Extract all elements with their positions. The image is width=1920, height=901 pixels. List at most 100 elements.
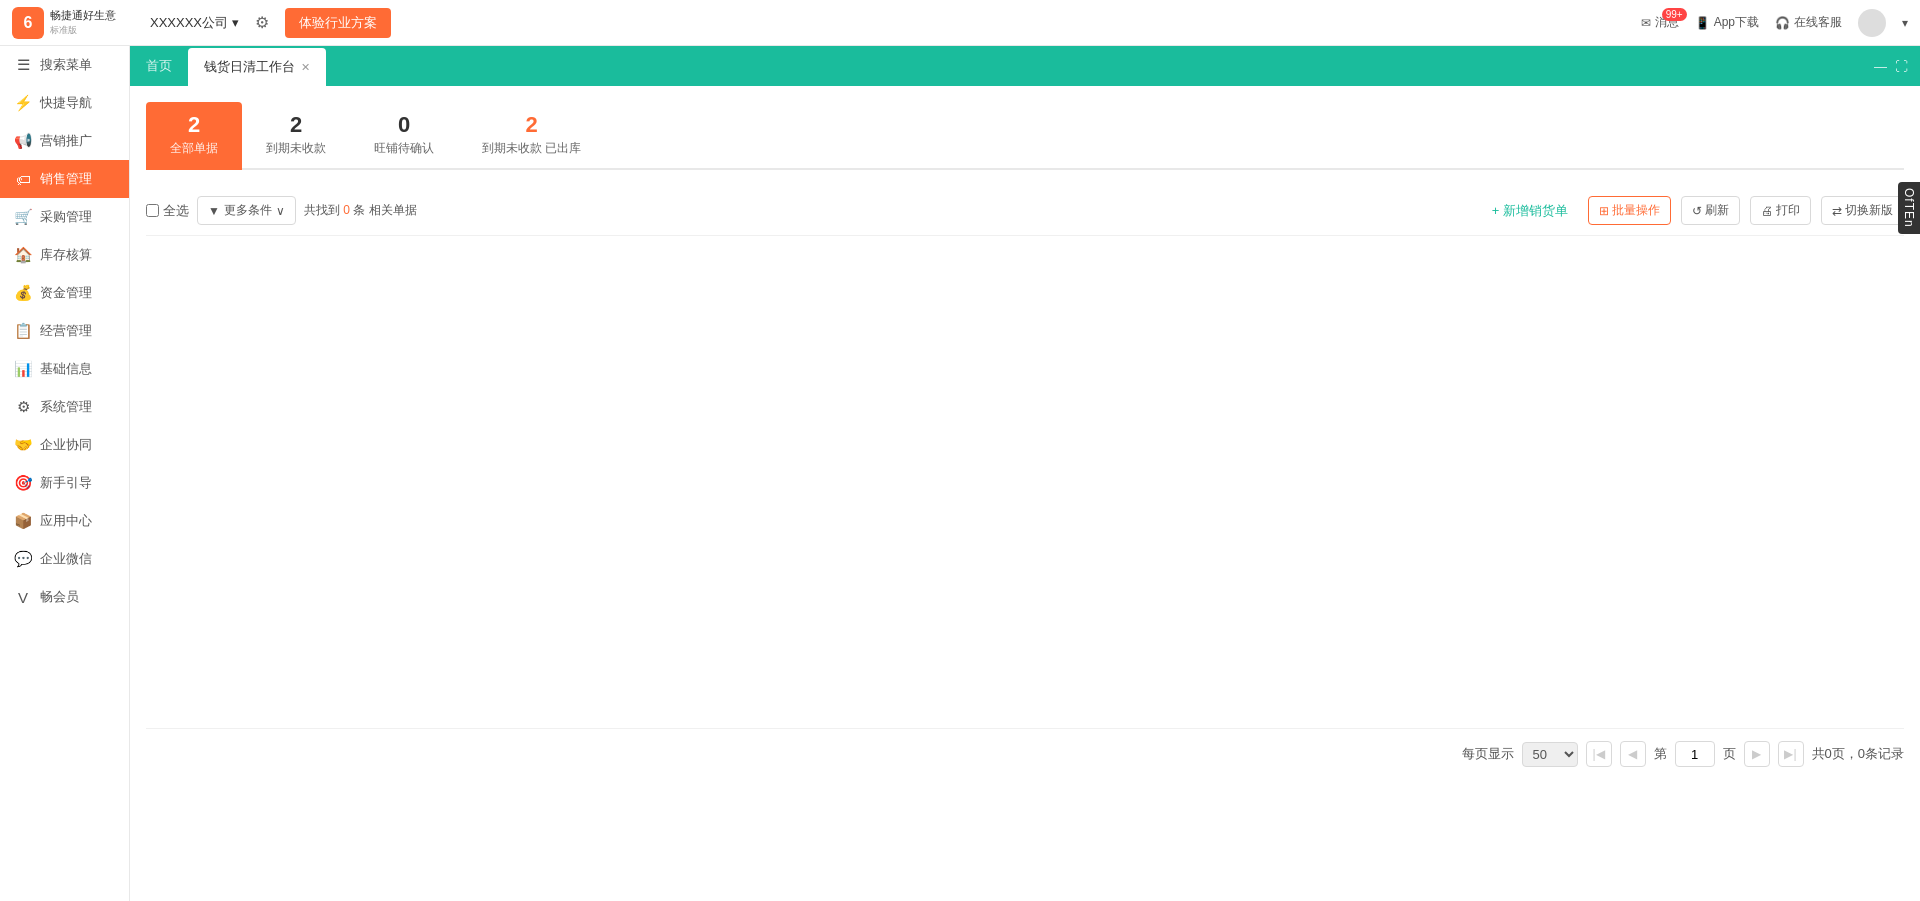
card-overdue[interactable]: 2 到期未收款 xyxy=(242,102,350,170)
sidebar-item-system[interactable]: ⚙ 系统管理 xyxy=(0,388,129,426)
app-name: 畅捷通好生意 xyxy=(50,8,116,22)
sidebar-item-inventory[interactable]: 🏠 库存核算 xyxy=(0,236,129,274)
sidebar-label-search-menu: 搜索菜单 xyxy=(40,56,92,74)
sidebar-label-purchase: 采购管理 xyxy=(40,208,92,226)
pagination: 每页显示 50 100 200 |◀ ◀ 第 页 ▶ ▶| 共0页，0条记录 xyxy=(146,728,1904,779)
card-shipped-number: 2 xyxy=(482,112,581,138)
sidebar-icon-finance: 💰 xyxy=(14,284,32,302)
message-badge: 99+ xyxy=(1662,8,1687,21)
switch-label: 切换新版 xyxy=(1845,202,1893,219)
card-shipped[interactable]: 2 到期未收款 已出库 xyxy=(458,102,605,170)
card-overdue-label: 到期未收款 xyxy=(266,140,326,157)
sidebar-item-enterprise-coop[interactable]: 🤝 企业协同 xyxy=(0,426,129,464)
sidebar-icon-marketing: 📢 xyxy=(14,132,32,150)
sidebar-item-search-menu[interactable]: ☰ 搜索菜单 xyxy=(0,46,129,84)
tab-minimize-icon[interactable]: — xyxy=(1874,59,1887,74)
sidebar-icon-enterprise-coop: 🤝 xyxy=(14,436,32,454)
app-download-label: App下载 xyxy=(1714,14,1759,31)
select-all-input[interactable] xyxy=(146,204,159,217)
phone-icon: 📱 xyxy=(1695,16,1710,30)
found-prefix: 共找到 xyxy=(304,203,340,217)
sidebar-label-sales: 销售管理 xyxy=(40,170,92,188)
print-label: 打印 xyxy=(1776,202,1800,219)
sidebar-item-finance[interactable]: 💰 资金管理 xyxy=(0,274,129,312)
company-selector[interactable]: XXXXXX公司 ▾ xyxy=(142,10,247,36)
card-overdue-number: 2 xyxy=(266,112,326,138)
switch-icon: ⇄ xyxy=(1832,204,1842,218)
sidebar-icon-system: ⚙ xyxy=(14,398,32,416)
app-header: 6 畅捷通好生意 标准版 XXXXXX公司 ▾ ⚙ 体验行业方案 ✉ 消息 99… xyxy=(0,0,1920,46)
found-suffix: 相关单据 xyxy=(369,203,417,217)
sidebar: ☰ 搜索菜单 ⚡ 快捷导航 📢 营销推广 🏷 销售管理 🛒 采购管理 🏠 库存核… xyxy=(0,0,130,901)
batch-operation-button[interactable]: ⊞ 批量操作 xyxy=(1588,196,1671,225)
online-service-label: 在线客服 xyxy=(1794,14,1842,31)
sidebar-item-wechat-work[interactable]: 💬 企业微信 xyxy=(0,540,129,578)
toolbar-left: 全选 ▼ 更多条件 ∨ 共找到 0 条 相关单据 xyxy=(146,196,1474,225)
sidebar-label-marketing: 营销推广 xyxy=(40,132,92,150)
sidebar-icon-member: V xyxy=(14,589,32,606)
tab-close-icon[interactable]: ✕ xyxy=(301,61,310,74)
grid-icon: ⊞ xyxy=(1599,204,1609,218)
sidebar-label-inventory: 库存核算 xyxy=(40,246,92,264)
page-input[interactable] xyxy=(1675,741,1715,767)
sidebar-label-finance: 资金管理 xyxy=(40,284,92,302)
sidebar-item-basic-info[interactable]: 📊 基础信息 xyxy=(0,350,129,388)
prev-page-button[interactable]: ◀ xyxy=(1620,741,1646,767)
chevron-down-icon: ∨ xyxy=(276,204,285,218)
per-page-select[interactable]: 50 100 200 xyxy=(1522,742,1578,767)
sidebar-item-guide[interactable]: 🎯 新手引导 xyxy=(0,464,129,502)
sidebar-label-wechat-work: 企业微信 xyxy=(40,550,92,568)
tab-home[interactable]: 首页 xyxy=(130,46,188,86)
logo-icon: 6 xyxy=(12,7,44,39)
sidebar-icon-purchase: 🛒 xyxy=(14,208,32,226)
sidebar-label-operations: 经营管理 xyxy=(40,322,92,340)
sidebar-item-operations[interactable]: 📋 经营管理 xyxy=(0,312,129,350)
next-page-button[interactable]: ▶ xyxy=(1744,741,1770,767)
chevron-down-icon: ▾ xyxy=(1902,16,1908,30)
chevron-down-icon: ▾ xyxy=(232,15,239,30)
often-tag[interactable]: OfTEn xyxy=(1898,182,1920,234)
sidebar-item-purchase[interactable]: 🛒 采购管理 xyxy=(0,198,129,236)
last-page-button[interactable]: ▶| xyxy=(1778,741,1804,767)
sidebar-item-member[interactable]: V 畅会员 xyxy=(0,578,129,616)
switch-version-button[interactable]: ⇄ 切换新版 xyxy=(1821,196,1904,225)
new-sale-button[interactable]: + 新增销货单 xyxy=(1482,197,1578,225)
total-info: 共0页，0条记录 xyxy=(1812,745,1904,763)
print-icon: 🖨 xyxy=(1761,204,1773,218)
sidebar-label-basic-info: 基础信息 xyxy=(40,360,92,378)
refresh-button[interactable]: ↺ 刷新 xyxy=(1681,196,1740,225)
print-button[interactable]: 🖨 打印 xyxy=(1750,196,1811,225)
sidebar-item-app-center[interactable]: 📦 应用中心 xyxy=(0,502,129,540)
online-service-button[interactable]: 🎧 在线客服 xyxy=(1775,14,1842,31)
avatar[interactable] xyxy=(1858,9,1886,37)
filter-button[interactable]: ▼ 更多条件 ∨ xyxy=(197,196,296,225)
card-all-number: 2 xyxy=(170,112,218,138)
select-all-checkbox[interactable]: 全选 xyxy=(146,202,189,220)
trial-button[interactable]: 体验行业方案 xyxy=(285,8,391,38)
card-wangpu[interactable]: 0 旺铺待确认 xyxy=(350,102,458,170)
user-menu[interactable]: ▾ xyxy=(1902,16,1908,30)
per-page-label: 每页显示 xyxy=(1462,745,1514,763)
tab-bar: 首页 钱货日清工作台 ✕ — ⛶ xyxy=(130,46,1920,86)
sidebar-item-sales[interactable]: 🏷 销售管理 xyxy=(0,160,129,198)
batch-label: 批量操作 xyxy=(1612,202,1660,219)
sidebar-label-app-center: 应用中心 xyxy=(40,512,92,530)
sidebar-label-guide: 新手引导 xyxy=(40,474,92,492)
sidebar-item-marketing[interactable]: 📢 营销推广 xyxy=(0,122,129,160)
sidebar-label-member: 畅会员 xyxy=(40,588,79,606)
page-label: 第 xyxy=(1654,745,1667,763)
app-download-button[interactable]: 📱 App下载 xyxy=(1695,14,1759,31)
filter-icon: ▼ xyxy=(208,204,220,218)
tab-expand-icon[interactable]: ⛶ xyxy=(1895,59,1908,74)
first-page-button[interactable]: |◀ xyxy=(1586,741,1612,767)
filter-label: 更多条件 xyxy=(224,202,272,219)
message-icon: ✉ xyxy=(1641,16,1651,30)
sidebar-item-quick-nav[interactable]: ⚡ 快捷导航 xyxy=(0,84,129,122)
message-button[interactable]: ✉ 消息 99+ xyxy=(1641,14,1679,31)
found-text: 共找到 0 条 相关单据 xyxy=(304,202,417,219)
settings-icon[interactable]: ⚙ xyxy=(247,8,277,38)
sidebar-icon-quick-nav: ⚡ xyxy=(14,94,32,112)
tab-work-bench[interactable]: 钱货日清工作台 ✕ xyxy=(188,48,326,86)
table-area xyxy=(146,248,1904,728)
card-all[interactable]: 2 全部单据 xyxy=(146,102,242,170)
